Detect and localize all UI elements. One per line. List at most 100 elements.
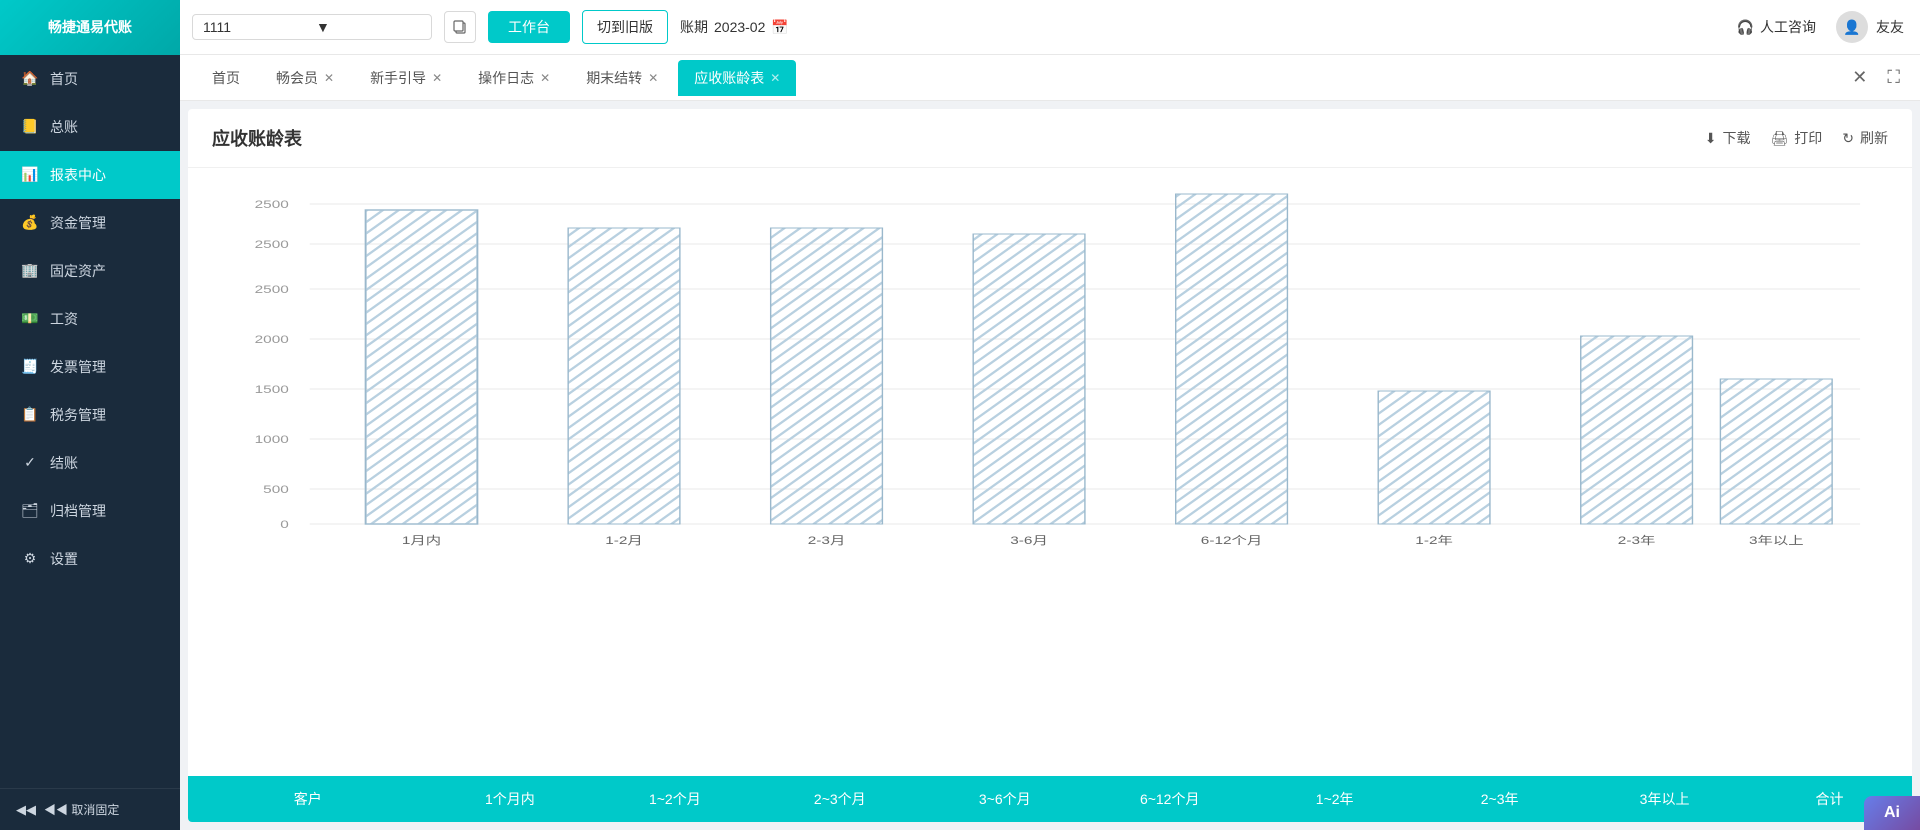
tab-home[interactable]: 首页: [196, 60, 256, 96]
download-icon: ⬇: [1705, 130, 1717, 147]
workbench-button[interactable]: 工作台: [488, 11, 570, 43]
tab-guide[interactable]: 新手引导 ✕: [354, 60, 458, 96]
print-label: 打印: [1794, 128, 1822, 148]
sidebar-item-funds[interactable]: 💰 资金管理: [0, 199, 180, 247]
svg-text:2500: 2500: [255, 283, 289, 295]
print-button[interactable]: 🖨 打印: [1770, 128, 1822, 148]
sidebar-label-funds: 资金管理: [50, 213, 106, 233]
tab-label-member: 畅会员: [276, 68, 318, 88]
sidebar-item-assets[interactable]: 🏢 固定资产: [0, 247, 180, 295]
table-col-7: 2~3年: [1417, 789, 1582, 809]
top-header: 畅捷通易代账 1111 ▼ 工作台 切到旧版 账期 2023-02 📅 🎧 人工…: [0, 0, 1920, 55]
sidebar-label-assets: 固定资产: [50, 261, 106, 281]
tab-aging[interactable]: 应收账龄表 ✕: [678, 60, 796, 96]
chart-wrapper: 2500 2500 2500 2000 1500 1000 500: [212, 184, 1888, 564]
tab-oplog[interactable]: 操作日志 ✕: [462, 60, 566, 96]
table-col-5: 6~12个月: [1087, 789, 1252, 809]
support-label: 人工咨询: [1760, 17, 1816, 37]
ai-badge[interactable]: Ai: [1864, 796, 1920, 830]
tab-close-aging[interactable]: ✕: [770, 71, 780, 85]
period-value: 2023-02: [714, 19, 765, 35]
close-all-button[interactable]: ✕: [1848, 63, 1871, 92]
settings-icon: ⚙: [20, 550, 40, 568]
tab-label-period-end: 期末结转: [586, 68, 642, 88]
tab-close-member[interactable]: ✕: [324, 71, 334, 85]
download-button[interactable]: ⬇ 下载: [1705, 128, 1751, 148]
sidebar-label-tax: 税务管理: [50, 405, 106, 425]
sidebar-footer[interactable]: ◀◀ ◀◀ 取消固定: [0, 788, 180, 830]
sidebar-label-ledger: 总账: [50, 117, 78, 137]
avatar: 👤: [1836, 11, 1868, 43]
refresh-icon: ↻: [1842, 130, 1854, 147]
page-content: 应收账龄表 ⬇ 下载 🖨 打印 ↻ 刷新: [188, 109, 1912, 822]
sidebar-item-reports[interactable]: 📊 报表中心: [0, 151, 180, 199]
header-right: 🎧 人工咨询 👤 友友: [1737, 11, 1904, 43]
svg-text:2-3月: 2-3月: [808, 534, 846, 546]
sidebar-item-ledger[interactable]: 📒 总账: [0, 103, 180, 151]
settle-icon: ✓: [20, 454, 40, 472]
tab-period-end[interactable]: 期末结转 ✕: [570, 60, 674, 96]
tax-icon: 📋: [20, 406, 40, 424]
svg-text:1-2月: 1-2月: [605, 534, 643, 546]
maximize-button[interactable]: ⛶: [1883, 63, 1904, 92]
svg-text:2500: 2500: [255, 198, 289, 210]
sidebar-label-salary: 工资: [50, 309, 78, 329]
switch-version-button[interactable]: 切到旧版: [582, 10, 668, 44]
svg-text:1500: 1500: [255, 383, 289, 395]
svg-text:1月内: 1月内: [402, 534, 441, 546]
sidebar-item-salary[interactable]: 💵 工资: [0, 295, 180, 343]
svg-text:2000: 2000: [255, 333, 289, 345]
sidebar-item-invoice[interactable]: 🧾 发票管理: [0, 343, 180, 391]
svg-text:2500: 2500: [255, 238, 289, 250]
home-icon: 🏠: [20, 70, 40, 88]
table-col-0: 客户: [188, 789, 427, 809]
print-icon: 🖨: [1770, 130, 1788, 147]
tab-label-guide: 新手引导: [370, 68, 426, 88]
tab-member[interactable]: 畅会员 ✕: [260, 60, 350, 96]
refresh-label: 刷新: [1860, 128, 1888, 148]
sidebar-item-tax[interactable]: 📋 税务管理: [0, 391, 180, 439]
table-col-1: 1个月内: [427, 789, 592, 809]
table-col-3: 2~3个月: [757, 789, 922, 809]
table-col-2: 1~2个月: [592, 789, 757, 809]
sidebar: 🏠 首页📒 总账📊 报表中心💰 资金管理🏢 固定资产💵 工资🧾 发票管理📋 税务…: [0, 55, 180, 830]
main-layout: 🏠 首页📒 总账📊 报表中心💰 资金管理🏢 固定资产💵 工资🧾 发票管理📋 税务…: [0, 55, 1920, 830]
tab-close-oplog[interactable]: ✕: [540, 71, 550, 85]
tab-close-guide[interactable]: ✕: [432, 71, 442, 85]
company-selector[interactable]: 1111 ▼: [192, 14, 432, 40]
tab-label-oplog: 操作日志: [478, 68, 534, 88]
chart-container: 2500 2500 2500 2000 1500 1000 500: [188, 168, 1912, 776]
user-icon: 👤: [1843, 19, 1860, 36]
calendar-icon[interactable]: 📅: [771, 19, 788, 36]
sidebar-item-settings[interactable]: ⚙ 设置: [0, 535, 180, 583]
sidebar-label-archive: 归档管理: [50, 501, 106, 521]
period-label: 账期: [680, 17, 708, 37]
table-header: 客户1个月内1~2个月2~3个月3~6个月6~12个月1~2年2~3年3年以上合…: [188, 776, 1912, 822]
user-name: 友友: [1876, 17, 1904, 37]
salary-icon: 💵: [20, 310, 40, 328]
sidebar-label-settle: 结账: [50, 453, 78, 473]
tabs-actions: ✕ ⛶: [1848, 63, 1904, 92]
assets-icon: 🏢: [20, 262, 40, 280]
svg-text:3-6月: 3-6月: [1010, 534, 1048, 546]
period-area: 账期 2023-02 📅: [680, 17, 789, 37]
tab-close-period-end[interactable]: ✕: [648, 71, 658, 85]
svg-text:1-2年: 1-2年: [1415, 534, 1453, 546]
content-area: 首页畅会员 ✕ 新手引导 ✕ 操作日志 ✕ 期末结转 ✕ 应收账龄表 ✕ ✕ ⛶ 应收账龄表 ⬇ …: [180, 55, 1920, 830]
table-col-4: 3~6个月: [922, 789, 1087, 809]
svg-text:2-3年: 2-3年: [1618, 534, 1656, 546]
sidebar-footer-label: ◀◀ 取消固定: [44, 801, 119, 818]
svg-text:3年以上: 3年以上: [1749, 534, 1804, 546]
support-button[interactable]: 🎧 人工咨询: [1737, 17, 1816, 37]
page-header: 应收账龄表 ⬇ 下载 🖨 打印 ↻ 刷新: [188, 109, 1912, 168]
user-area[interactable]: 👤 友友: [1836, 11, 1904, 43]
sidebar-item-archive[interactable]: 🗂 归档管理: [0, 487, 180, 535]
ledger-icon: 📒: [20, 118, 40, 136]
refresh-button[interactable]: ↻ 刷新: [1842, 128, 1888, 148]
reports-icon: 📊: [20, 166, 40, 184]
copy-button[interactable]: [444, 11, 476, 43]
sidebar-item-home[interactable]: 🏠 首页: [0, 55, 180, 103]
tab-label-aging: 应收账龄表: [694, 68, 764, 88]
sidebar-item-settle[interactable]: ✓ 结账: [0, 439, 180, 487]
sidebar-label-invoice: 发票管理: [50, 357, 106, 377]
